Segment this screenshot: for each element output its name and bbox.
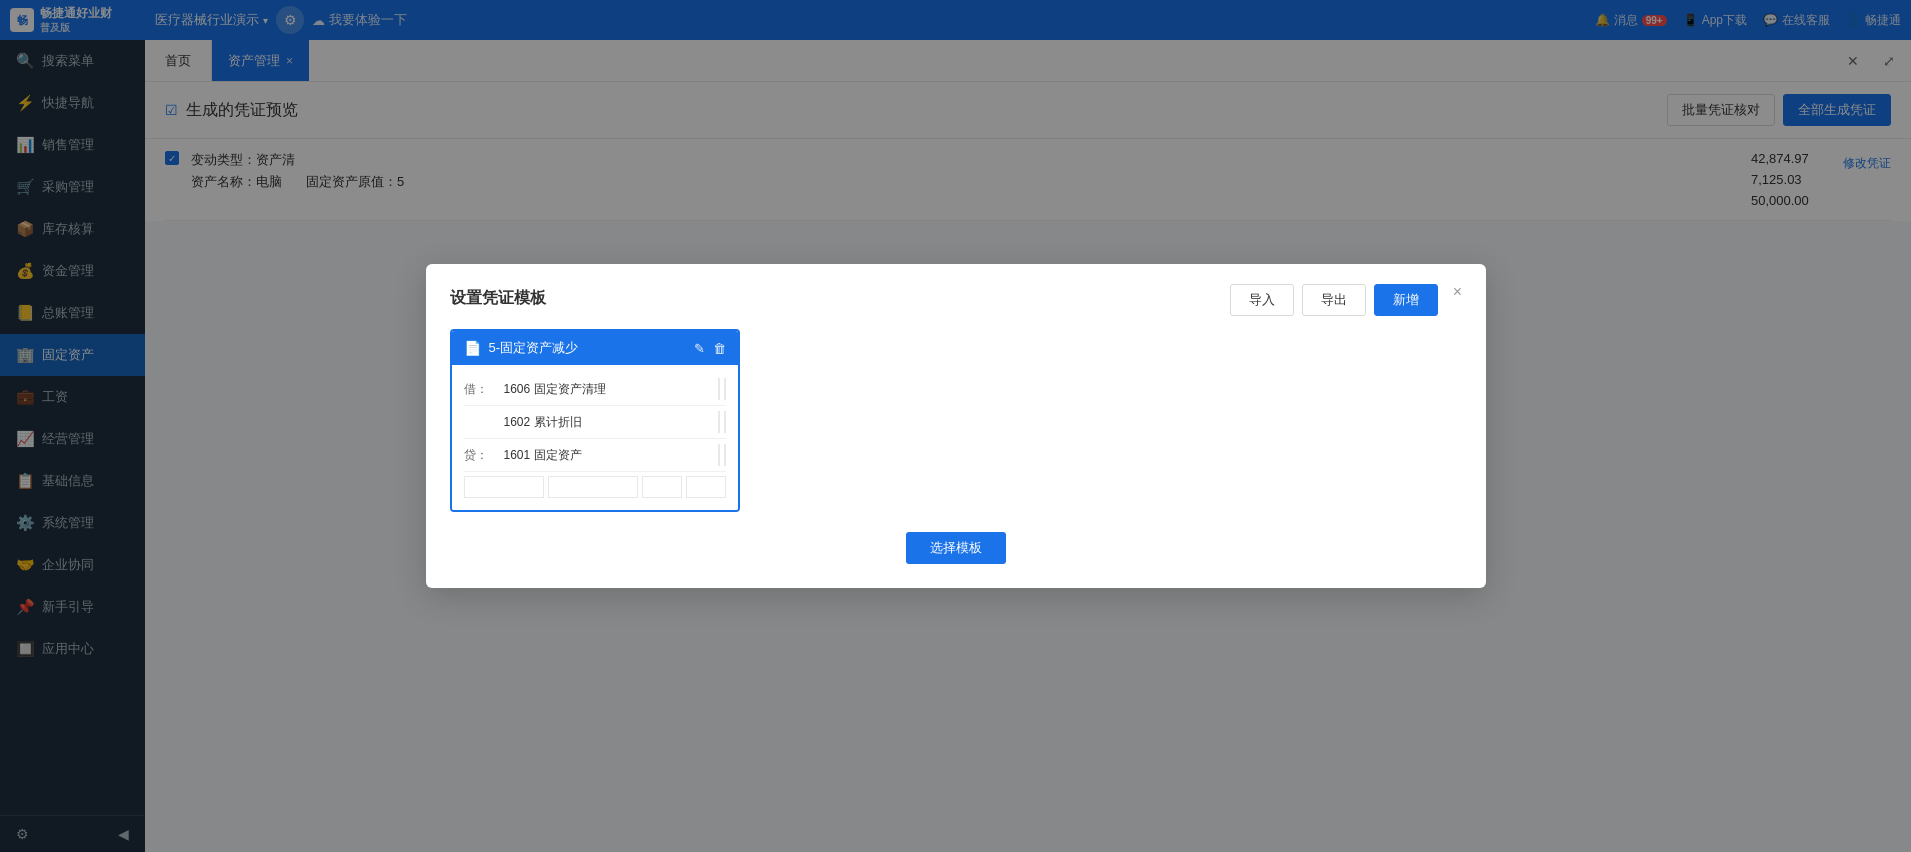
export-button[interactable]: 导出	[1302, 284, 1366, 316]
debit-col-1	[718, 378, 720, 400]
debit-row-2: 1602 累计折旧	[464, 406, 726, 439]
debit-label-1: 借：	[464, 381, 504, 398]
modal-close-button[interactable]: ×	[1446, 280, 1470, 304]
debit-amount-cols-1	[718, 378, 726, 400]
empty-row	[464, 472, 726, 502]
template-card: 📄 5-固定资产减少 ✎ 🗑 借： 1606 固定资产清理	[450, 329, 740, 512]
modal-overlay: 设置凭证模板 导入 导出 新增 × 📄 5-固定资产减少 ✎ 🗑 借： 1606	[0, 0, 1911, 852]
empty-cell-3	[642, 476, 682, 498]
template-header-actions: ✎ 🗑	[694, 341, 726, 356]
credit-col-2	[724, 444, 726, 466]
credit-amount-cols-1	[718, 444, 726, 466]
template-name: 5-固定资产减少	[489, 339, 686, 357]
debit-amount-cols-2	[718, 411, 726, 433]
empty-cell-4	[686, 476, 726, 498]
select-template-button[interactable]: 选择模板	[906, 532, 1006, 564]
credit-col-1	[718, 444, 720, 466]
empty-cell-1	[464, 476, 544, 498]
debit-account-2: 1602 累计折旧	[504, 414, 710, 431]
credit-row-1: 贷： 1601 固定资产	[464, 439, 726, 472]
debit-account-1: 1606 固定资产清理	[504, 381, 710, 398]
debit-col-3	[718, 411, 720, 433]
template-delete-icon[interactable]: 🗑	[713, 341, 726, 356]
debit-col-4	[724, 411, 726, 433]
template-doc-icon: 📄	[464, 340, 481, 356]
new-template-button[interactable]: 新增	[1374, 284, 1438, 316]
template-modal: 设置凭证模板 导入 导出 新增 × 📄 5-固定资产减少 ✎ 🗑 借： 1606	[426, 264, 1486, 588]
empty-cell-2	[548, 476, 638, 498]
debit-col-2	[724, 378, 726, 400]
template-edit-icon[interactable]: ✎	[694, 341, 705, 356]
debit-row-1: 借： 1606 固定资产清理	[464, 373, 726, 406]
template-card-body: 借： 1606 固定资产清理 1602 累计折旧	[452, 365, 738, 510]
credit-label-1: 贷：	[464, 447, 504, 464]
credit-account-1: 1601 固定资产	[504, 447, 710, 464]
template-card-header: 📄 5-固定资产减少 ✎ 🗑	[452, 331, 738, 365]
import-button[interactable]: 导入	[1230, 284, 1294, 316]
modal-action-buttons: 导入 导出 新增	[1230, 284, 1438, 316]
